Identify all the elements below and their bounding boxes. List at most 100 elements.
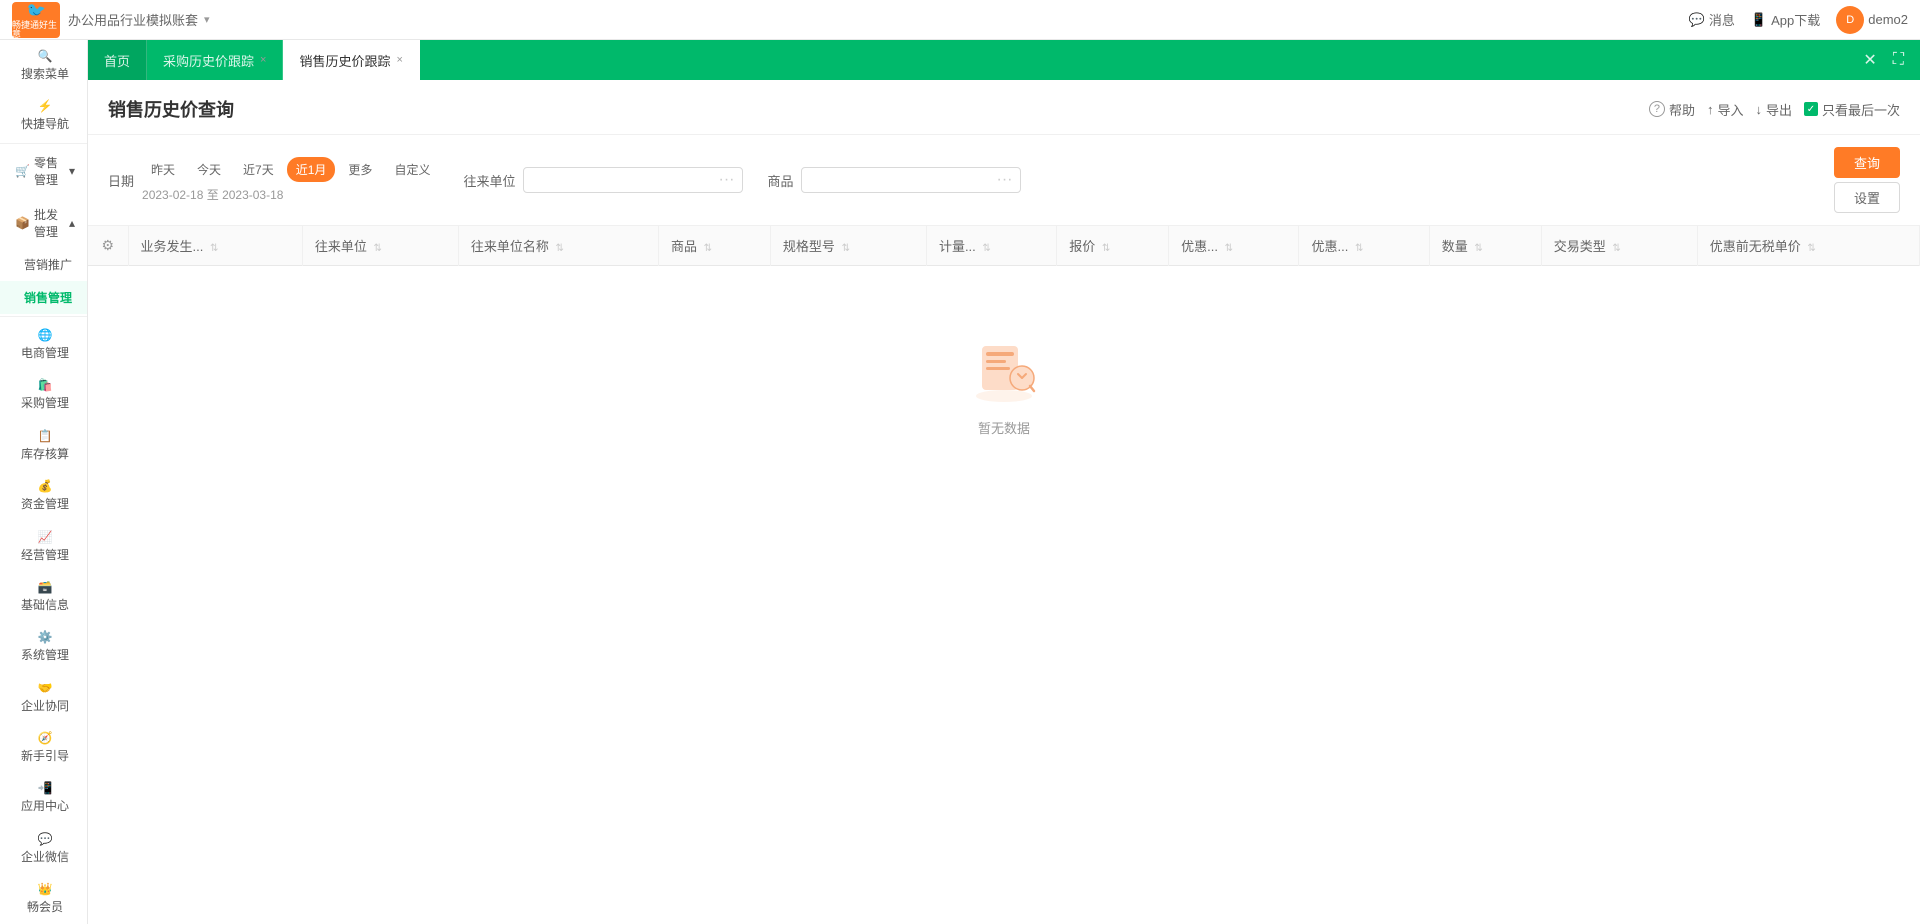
- col-discount2[interactable]: 优惠... ⇅: [1299, 226, 1429, 266]
- sidebar: 🔍 搜索菜单 ⚡ 快捷导航 🛒 零售管理 ▾ 📦 批发管理 ▴ 营销推广 销售管: [0, 40, 88, 924]
- tab-purchase-history[interactable]: 采购历史价跟踪 ×: [147, 40, 283, 80]
- sidebar-item-enterprise[interactable]: 🤝 企业协同: [0, 672, 87, 722]
- data-table: ⚙ 业务发生... ⇅ 往来单位 ⇅ 往来单位名称: [88, 226, 1920, 266]
- logo-icon: 🐦: [26, 1, 46, 21]
- col-price[interactable]: 报价 ⇅: [1057, 226, 1169, 266]
- wholesale-label-wrap: 📦 批发管理: [15, 206, 67, 240]
- date-btn-more[interactable]: 更多: [339, 157, 381, 182]
- sidebar-label-wechat: 企业微信: [21, 848, 69, 865]
- sidebar-item-finance[interactable]: 💰 资金管理: [0, 470, 87, 520]
- col-biz-date-label: 业务发生...: [141, 239, 204, 254]
- date-btn-7days[interactable]: 近7天: [234, 157, 283, 182]
- last-once-label[interactable]: 只看最后一次: [1804, 100, 1900, 119]
- page-content: 销售历史价查询 ? 帮助 ↑ 导入 ↓ 导出: [88, 80, 1920, 924]
- col-spec[interactable]: 规格型号 ⇅: [770, 226, 926, 266]
- sidebar-item-system[interactable]: ⚙️ 系统管理: [0, 622, 87, 672]
- sidebar-item-appstore[interactable]: 📲 应用中心: [0, 773, 87, 823]
- col-qty-label: 数量: [1442, 239, 1468, 254]
- col-settings: ⚙: [88, 226, 128, 266]
- col-goods[interactable]: 商品 ⇅: [658, 226, 770, 266]
- partner-dots-icon[interactable]: ···: [718, 171, 734, 189]
- sidebar-item-member[interactable]: 👑 畅会员: [0, 874, 87, 924]
- table-wrap: ⚙ 业务发生... ⇅ 往来单位 ⇅ 往来单位名称: [88, 226, 1920, 924]
- col-biz-date[interactable]: 业务发生... ⇅: [128, 226, 302, 266]
- tab-close-all-icon[interactable]: ✕: [1859, 46, 1880, 74]
- inventory-icon: 📋: [38, 429, 53, 443]
- sidebar-item-retail[interactable]: 🛒 零售管理 ▾: [0, 146, 87, 197]
- export-icon: ↓: [1755, 102, 1762, 117]
- col-qty[interactable]: 数量 ⇅: [1429, 226, 1541, 266]
- col-unit-label: 计量...: [939, 239, 976, 254]
- date-btn-today[interactable]: 今天: [188, 157, 230, 182]
- sidebar-label-quick: 快捷导航: [21, 115, 69, 132]
- empty-state: 暂无数据: [88, 266, 1920, 497]
- sidebar-item-wechat[interactable]: 💬 企业微信: [0, 823, 87, 873]
- sidebar-item-ecom[interactable]: 🌐 电商管理: [0, 319, 87, 369]
- sidebar-divider-1: [0, 143, 87, 144]
- date-filter-group: 日期 昨天 今天 近7天 近1月 更多 自定义 2023-02-18 至 202…: [108, 157, 439, 203]
- col-partner-code[interactable]: 往来单位 ⇅: [302, 226, 458, 266]
- setting-button[interactable]: 设置: [1834, 182, 1900, 213]
- export-action[interactable]: ↓ 导出: [1755, 100, 1792, 119]
- wholesale-icon: 📦: [15, 216, 30, 230]
- tab-home[interactable]: 首页: [88, 40, 147, 80]
- partner-filter-group: 往来单位 ···: [463, 167, 743, 193]
- avatar: D: [1836, 6, 1864, 34]
- sidebar-sub-sales[interactable]: 销售管理: [0, 281, 87, 314]
- logo-text: 畅捷通好生意: [12, 21, 60, 39]
- query-button[interactable]: 查询: [1834, 147, 1900, 178]
- import-action[interactable]: ↑ 导入: [1707, 100, 1744, 119]
- page-header-actions: ? 帮助 ↑ 导入 ↓ 导出 只看最后一次: [1649, 100, 1900, 119]
- goods-input[interactable]: [810, 173, 996, 188]
- col-partner-code-label: 往来单位: [315, 239, 367, 254]
- top-bar-left: 🐦 畅捷通好生意 办公用品行业模拟账套 ▾: [12, 2, 210, 38]
- date-btn-1month[interactable]: 近1月: [287, 157, 336, 182]
- sidebar-label-purchase: 采购管理: [21, 394, 69, 411]
- sidebar-label-appstore: 应用中心: [21, 797, 69, 814]
- goods-dots-icon[interactable]: ···: [997, 171, 1013, 189]
- tab-purchase-close-icon[interactable]: ×: [260, 54, 266, 66]
- sidebar-item-business[interactable]: 📈 经营管理: [0, 521, 87, 571]
- col-partner-name[interactable]: 往来单位名称 ⇅: [458, 226, 658, 266]
- col-unit[interactable]: 计量... ⇅: [926, 226, 1056, 266]
- tab-sales-history[interactable]: 销售历史价跟踪 ×: [283, 40, 419, 80]
- business-icon: 📈: [38, 530, 53, 544]
- partner-input-wrap[interactable]: ···: [523, 167, 743, 193]
- tab-purchase-label: 采购历史价跟踪: [163, 51, 254, 70]
- message-action[interactable]: 💬 消息: [1689, 10, 1735, 29]
- sidebar-sub-marketing[interactable]: 营销推广: [0, 248, 87, 281]
- gear-icon[interactable]: ⚙: [101, 237, 114, 253]
- tab-fullscreen-icon[interactable]: ⛶: [1889, 47, 1908, 73]
- goods-input-wrap[interactable]: ···: [801, 167, 1021, 193]
- sidebar-item-purchase[interactable]: 🛍️ 采购管理: [0, 370, 87, 420]
- user-area[interactable]: D demo2: [1836, 6, 1908, 34]
- basic-icon: 🗃️: [38, 580, 53, 594]
- col-trade-type[interactable]: 交易类型 ⇅: [1541, 226, 1697, 266]
- help-action[interactable]: ? 帮助: [1649, 100, 1695, 119]
- date-btn-yesterday[interactable]: 昨天: [142, 157, 184, 182]
- partner-label: 往来单位: [463, 171, 515, 190]
- partner-input[interactable]: [532, 173, 718, 188]
- message-label: 消息: [1709, 10, 1735, 29]
- date-btn-custom[interactable]: 自定义: [385, 157, 439, 182]
- chevron-up-icon: ▴: [69, 216, 75, 230]
- sidebar-label-basic: 基础信息: [21, 596, 69, 613]
- goods-label: 商品: [767, 171, 793, 190]
- system-icon: ⚙️: [38, 630, 53, 644]
- last-once-checkbox[interactable]: [1804, 102, 1818, 116]
- tab-bar: 首页 采购历史价跟踪 × 销售历史价跟踪 × ✕ ⛶: [88, 40, 1920, 80]
- tab-sales-close-icon[interactable]: ×: [396, 54, 402, 66]
- sidebar-item-wholesale[interactable]: 📦 批发管理 ▴: [0, 197, 87, 248]
- workspace-title: 办公用品行业模拟账套: [68, 10, 198, 29]
- sidebar-label-ecom: 电商管理: [21, 344, 69, 361]
- sidebar-item-search-menu[interactable]: 🔍 搜索菜单: [0, 40, 87, 90]
- app-download-action[interactable]: 📱 App下载: [1751, 10, 1820, 29]
- col-pretax[interactable]: 优惠前无税单价 ⇅: [1697, 226, 1919, 266]
- table-header: ⚙ 业务发生... ⇅ 往来单位 ⇅ 往来单位名称: [88, 226, 1920, 266]
- sidebar-item-basic[interactable]: 🗃️ 基础信息: [0, 571, 87, 621]
- sidebar-item-guide[interactable]: 🧭 新手引导: [0, 722, 87, 772]
- sidebar-item-inventory[interactable]: 📋 库存核算: [0, 420, 87, 470]
- col-discount1[interactable]: 优惠... ⇅: [1169, 226, 1299, 266]
- sidebar-item-quick-nav[interactable]: ⚡ 快捷导航: [0, 90, 87, 140]
- workspace-chevron-icon[interactable]: ▾: [204, 13, 210, 26]
